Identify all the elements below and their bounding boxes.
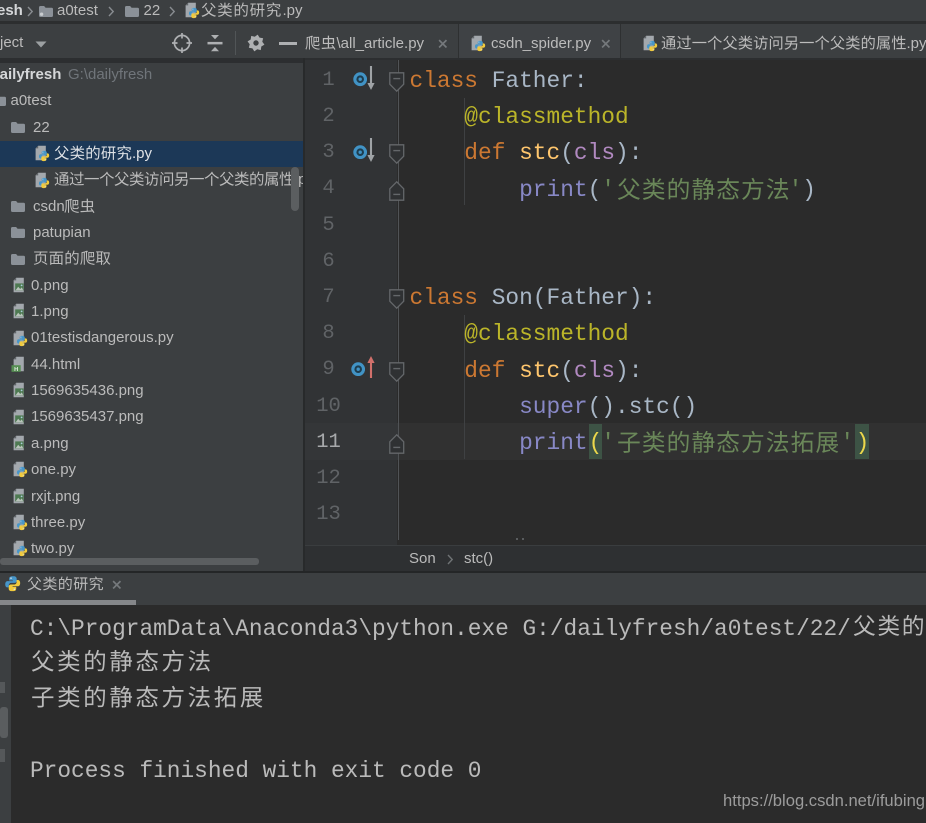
- svg-text:H: H: [14, 367, 18, 373]
